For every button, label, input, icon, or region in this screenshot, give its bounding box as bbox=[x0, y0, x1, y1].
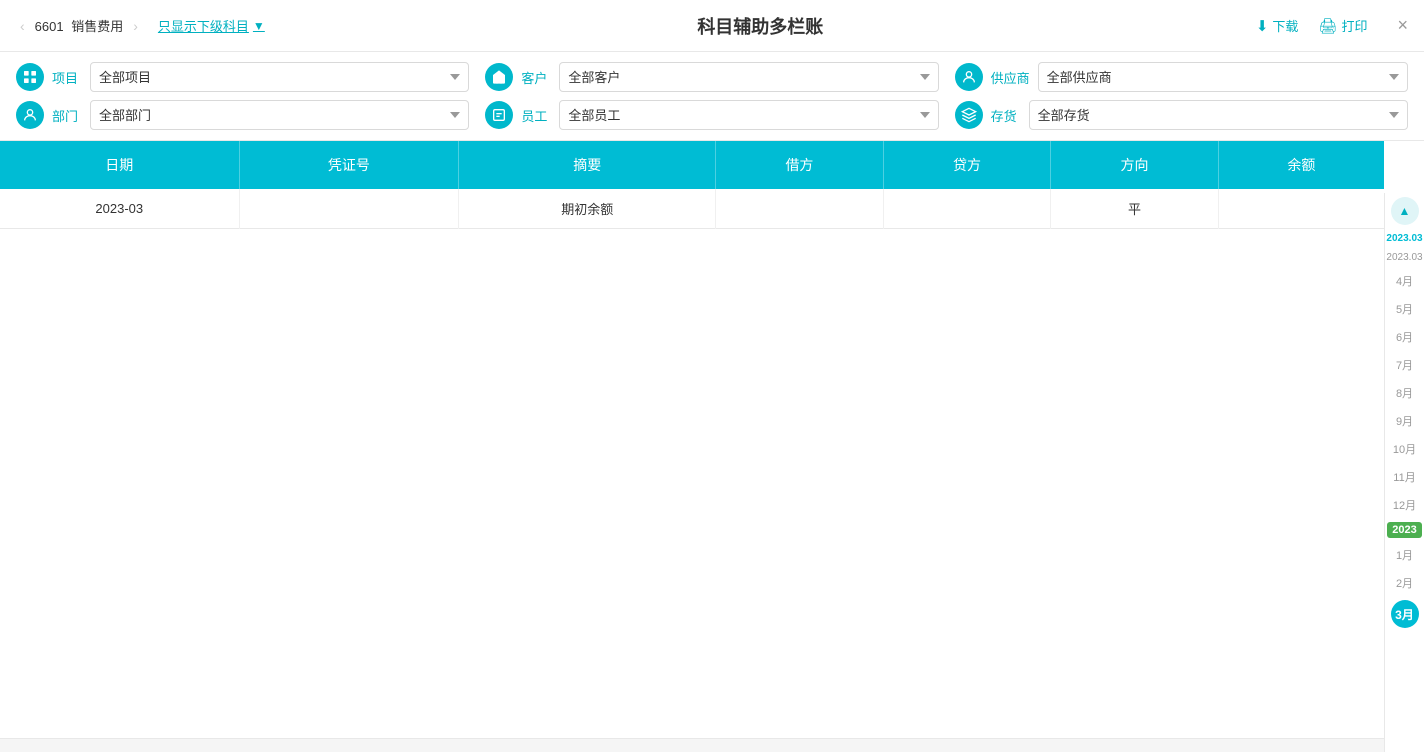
show-sub-select[interactable]: 只显示下级科目 ▼ bbox=[158, 16, 265, 35]
timeline-item-5[interactable]: 5月 bbox=[1385, 295, 1424, 323]
nav-prev-button[interactable]: ‹ bbox=[16, 16, 29, 36]
timeline-up-button[interactable]: ▲ bbox=[1391, 197, 1419, 225]
timeline-item-8[interactable]: 8月 bbox=[1385, 379, 1424, 407]
timeline-item-3-active[interactable]: 3月 bbox=[1391, 600, 1419, 628]
customer-label: 客户 bbox=[521, 68, 551, 87]
project-label: 项目 bbox=[52, 68, 82, 87]
timeline-item-2023-03-1[interactable]: 2023.03 bbox=[1385, 229, 1424, 248]
supplier-icon bbox=[955, 63, 983, 91]
filter-department: 部门 全部部门 bbox=[16, 100, 469, 130]
col-credit: 贷方 bbox=[883, 141, 1051, 189]
cell-date: 2023-03 bbox=[0, 189, 239, 229]
project-select[interactable]: 全部项目 bbox=[90, 62, 469, 92]
cell-balance bbox=[1218, 189, 1384, 229]
timeline-item-12[interactable]: 12月 bbox=[1385, 491, 1424, 519]
inventory-label: 存货 bbox=[991, 106, 1021, 125]
inventory-select[interactable]: 全部存货 bbox=[1029, 100, 1408, 130]
timeline-item-7[interactable]: 7月 bbox=[1385, 351, 1424, 379]
account-code: 6601 bbox=[35, 19, 64, 34]
timeline-item-1[interactable]: 1月 bbox=[1385, 541, 1424, 569]
header-bar: ‹ 6601 销售费用 › 只显示下级科目 ▼ 科目辅助多栏账 ⬇ 下载 🖨 打… bbox=[0, 0, 1424, 52]
filter-customer: 客户 全部客户 bbox=[485, 62, 938, 92]
download-label: 下载 bbox=[1272, 16, 1298, 35]
table-row[interactable]: 2023-03 期初余额 平 bbox=[0, 189, 1384, 229]
account-nav: ‹ 6601 销售费用 › bbox=[16, 16, 142, 36]
timeline-item-4[interactable]: 4月 bbox=[1385, 267, 1424, 295]
page-title: 科目辅助多栏账 bbox=[265, 13, 1256, 39]
download-button[interactable]: ⬇ 下载 bbox=[1256, 16, 1299, 35]
supplier-label: 供应商 bbox=[991, 68, 1030, 87]
close-button[interactable]: × bbox=[1397, 15, 1408, 36]
timeline-item-6[interactable]: 6月 bbox=[1385, 323, 1424, 351]
account-code-label: 6601 销售费用 bbox=[35, 16, 124, 35]
print-label: 打印 bbox=[1341, 16, 1367, 35]
cell-voucher bbox=[239, 189, 459, 229]
col-summary: 摘要 bbox=[459, 141, 716, 189]
print-icon: 🖨 bbox=[1318, 17, 1337, 35]
inventory-icon bbox=[955, 101, 983, 129]
filter-inventory: 存货 全部存货 bbox=[955, 100, 1408, 130]
customer-icon bbox=[485, 63, 513, 91]
nav-next-button[interactable]: › bbox=[129, 16, 142, 36]
ledger-table: 日期 凭证号 摘要 借方 贷方 方向 余额 2023-03 期初余额 平 bbox=[0, 141, 1384, 229]
department-icon bbox=[16, 101, 44, 129]
header-actions: ⬇ 下载 🖨 打印 × bbox=[1256, 15, 1408, 36]
timeline-item-2[interactable]: 2月 bbox=[1385, 569, 1424, 597]
employee-label: 员工 bbox=[521, 106, 551, 125]
col-balance: 余额 bbox=[1218, 141, 1384, 189]
cell-credit bbox=[883, 189, 1051, 229]
project-icon bbox=[16, 63, 44, 91]
show-sub-arrow-icon: ▼ bbox=[253, 19, 265, 33]
timeline-item-2023-03-2[interactable]: 2023.03 bbox=[1385, 248, 1424, 267]
timeline-panel: ▲ 2023.03 2023.03 4月 5月 6月 7月 8月 9月 10月 … bbox=[1384, 193, 1424, 752]
bottom-scrollbar[interactable] bbox=[0, 738, 1384, 752]
filter-employee: 员工 全部员工 bbox=[485, 100, 938, 130]
show-sub-label: 只显示下级科目 bbox=[158, 16, 249, 35]
cell-debit bbox=[716, 189, 884, 229]
department-select[interactable]: 全部部门 bbox=[90, 100, 469, 130]
table-body: 2023-03 期初余额 平 bbox=[0, 189, 1384, 229]
employee-icon bbox=[485, 101, 513, 129]
col-debit: 借方 bbox=[716, 141, 884, 189]
cell-direction: 平 bbox=[1051, 189, 1219, 229]
supplier-select[interactable]: 全部供应商 bbox=[1038, 62, 1408, 92]
col-date: 日期 bbox=[0, 141, 239, 189]
filter-area: 项目 全部项目 客户 全部客户 供应商 全部供应商 bbox=[0, 52, 1424, 141]
customer-select[interactable]: 全部客户 bbox=[559, 62, 938, 92]
cell-summary: 期初余额 bbox=[459, 189, 716, 229]
timeline-item-9[interactable]: 9月 bbox=[1385, 407, 1424, 435]
account-name: 销售费用 bbox=[71, 19, 123, 34]
table-scroll[interactable]: 日期 凭证号 摘要 借方 贷方 方向 余额 2023-03 期初余额 平 bbox=[0, 141, 1384, 738]
main-container: ‹ 6601 销售费用 › 只显示下级科目 ▼ 科目辅助多栏账 ⬇ 下载 🖨 打… bbox=[0, 0, 1424, 752]
col-voucher: 凭证号 bbox=[239, 141, 459, 189]
table-wrapper: 日期 凭证号 摘要 借方 贷方 方向 余额 2023-03 期初余额 平 bbox=[0, 141, 1384, 738]
department-label: 部门 bbox=[52, 106, 82, 125]
timeline-year-2023[interactable]: 2023 bbox=[1387, 522, 1421, 538]
timeline-item-10[interactable]: 10月 bbox=[1385, 435, 1424, 463]
employee-select[interactable]: 全部员工 bbox=[559, 100, 938, 130]
filter-supplier: 供应商 全部供应商 bbox=[955, 62, 1408, 92]
download-icon: ⬇ bbox=[1256, 17, 1269, 35]
col-direction: 方向 bbox=[1051, 141, 1219, 189]
timeline-item-11[interactable]: 11月 bbox=[1385, 463, 1424, 491]
table-header-row: 日期 凭证号 摘要 借方 贷方 方向 余额 bbox=[0, 141, 1384, 189]
print-button[interactable]: 🖨 打印 bbox=[1318, 16, 1367, 35]
filter-project: 项目 全部项目 bbox=[16, 62, 469, 92]
